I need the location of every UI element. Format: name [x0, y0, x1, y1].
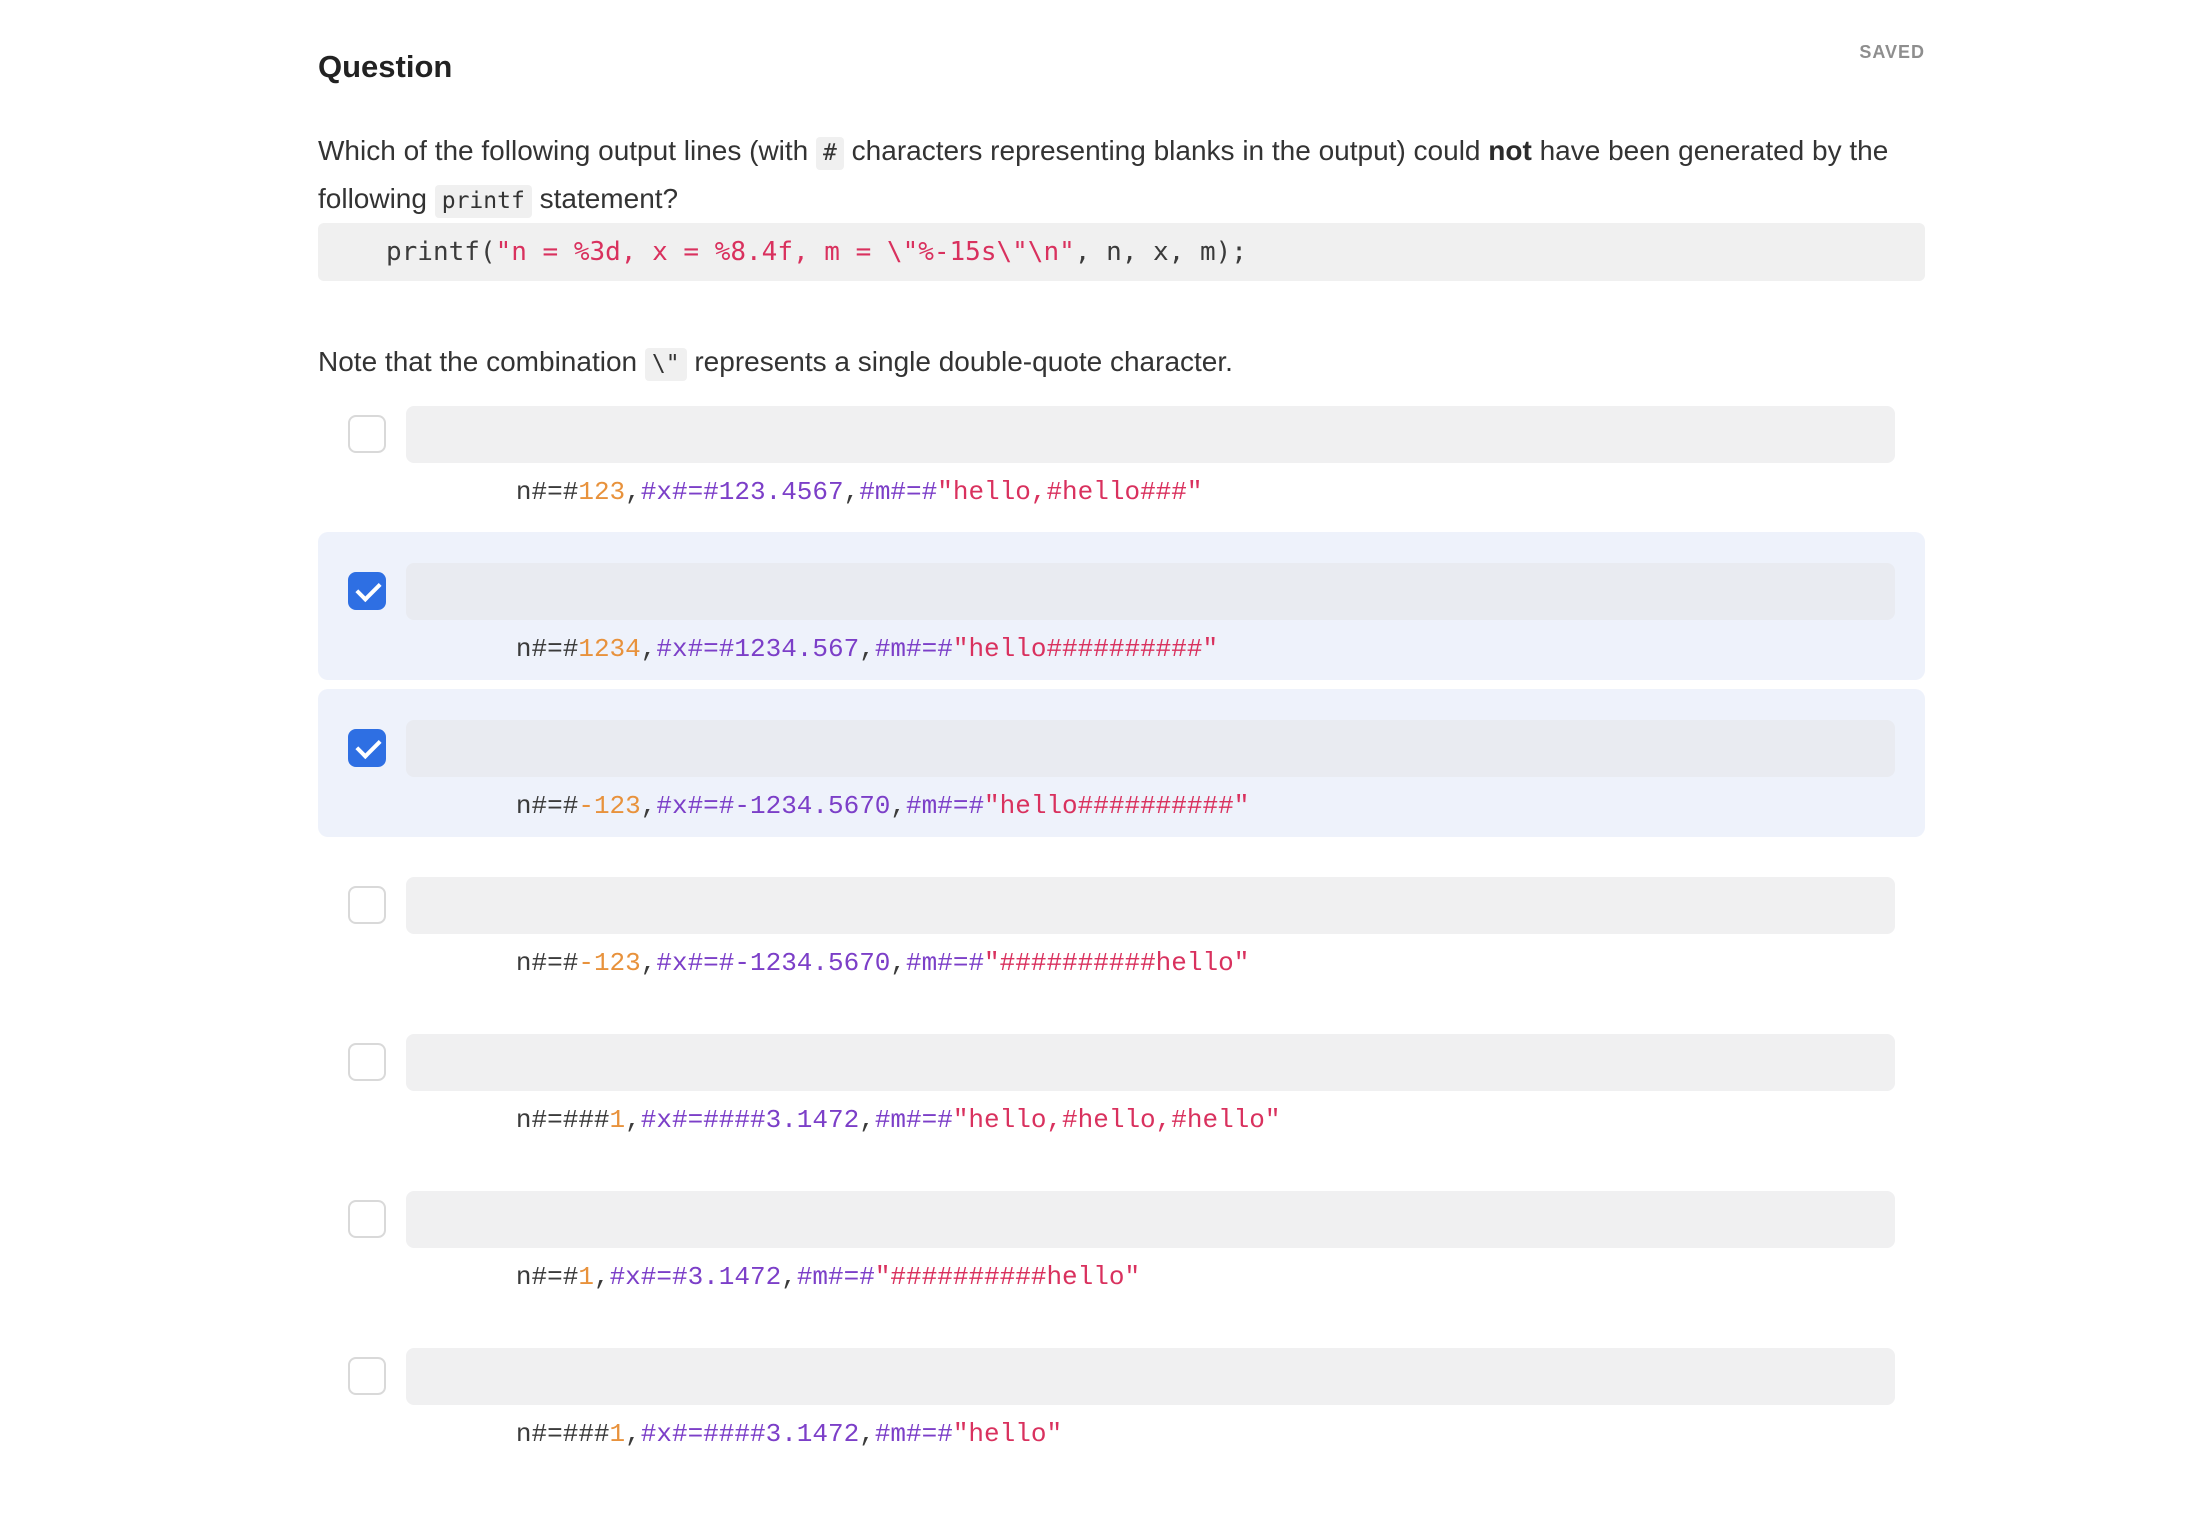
- answer-option: n#=#-123,#x#=#-1234.5670,#m#=#"#########…: [318, 846, 1925, 994]
- option-code-pill: n#=###1,#x#=####3.1472,#m#=#"hello,#hell…: [406, 1034, 1895, 1135]
- answer-option: n#=#1,#x#=#3.1472,#m#=#"##########hello": [318, 1160, 1925, 1308]
- option-code-text: n#=###1,#x#=####3.1472,#m#=#"hello,#hell…: [515, 1105, 1281, 1135]
- answer-option: n#=###1,#x#=####3.1472,#m#=#"hello,#hell…: [318, 1003, 1925, 1151]
- option-code-pill: n#=###1,#x#=####3.1472,#m#=#"hello": [406, 1348, 1895, 1449]
- option-checkbox[interactable]: [348, 729, 386, 767]
- option-code-pill: n#=#1,#x#=#3.1472,#m#=#"##########hello": [406, 1191, 1895, 1292]
- inline-code-chip: printf: [434, 185, 532, 218]
- option-code-text: n#=#1234,#x#=#1234.567,#m#=#"hello######…: [515, 634, 1219, 664]
- option-checkbox[interactable]: [348, 1043, 386, 1081]
- option-code-pill: n#=#123,#x#=#123.4567,#m#=#"hello,#hello…: [406, 406, 1895, 507]
- answer-option: n#=#-123,#x#=#-1234.5670,#m#=#"hello####…: [318, 689, 1925, 837]
- printf-code-block: printf("n = %3d, x = %8.4f, m = \"%-15s\…: [318, 223, 1925, 281]
- option-checkbox[interactable]: [348, 572, 386, 610]
- option-checkbox[interactable]: [348, 1200, 386, 1238]
- option-code-pill: n#=#1234,#x#=#1234.567,#m#=#"hello######…: [406, 563, 1895, 664]
- answer-option: n#=#1234,#x#=#1234.567,#m#=#"hello######…: [318, 532, 1925, 680]
- option-code-text: n#=#1,#x#=#3.1472,#m#=#"##########hello": [515, 1262, 1141, 1292]
- option-checkbox[interactable]: [348, 415, 386, 453]
- option-code-text: n#=###1,#x#=####3.1472,#m#=#"hello": [515, 1419, 1063, 1449]
- status-badge: SAVED: [1859, 42, 1925, 62]
- option-code-text: n#=#-123,#x#=#-1234.5670,#m#=#"#########…: [515, 948, 1250, 978]
- option-code-pill: n#=#-123,#x#=#-1234.5670,#m#=#"hello####…: [406, 720, 1895, 821]
- option-code-text: n#=#123,#x#=#123.4567,#m#=#"hello,#hello…: [515, 477, 1203, 507]
- answer-option: n#=#123,#x#=#123.4567,#m#=#"hello,#hello…: [318, 375, 1925, 523]
- option-code-text: n#=#-123,#x#=#-1234.5670,#m#=#"hello####…: [515, 791, 1250, 821]
- inline-code-chip: #: [816, 137, 844, 170]
- question-text: Which of the following output lines (wit…: [318, 128, 1925, 224]
- page-title: Question: [318, 48, 453, 84]
- option-checkbox[interactable]: [348, 1357, 386, 1395]
- option-checkbox[interactable]: [348, 886, 386, 924]
- option-code-pill: n#=#-123,#x#=#-1234.5670,#m#=#"#########…: [406, 877, 1895, 978]
- answer-option: n#=###1,#x#=####3.1472,#m#=#"hello": [318, 1317, 1925, 1465]
